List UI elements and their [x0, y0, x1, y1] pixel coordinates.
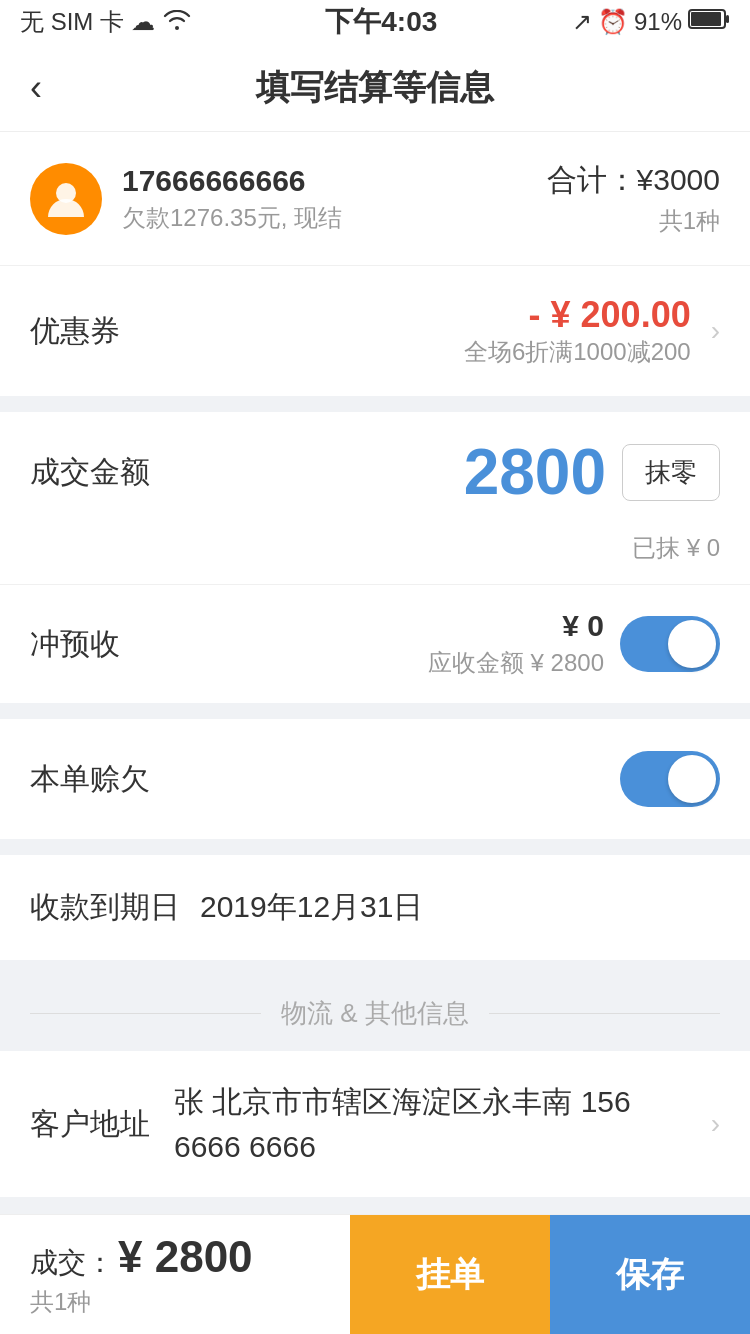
prepay-amount-block: ¥ 0 应收金额 ¥ 2800 [428, 609, 604, 679]
deal-right: 2800 抹零 [464, 440, 720, 504]
alarm-icon: ⏰ [598, 8, 628, 36]
user-count: 共1种 [547, 205, 720, 237]
address-chevron-icon: › [711, 1108, 720, 1140]
coupon-row[interactable]: 优惠券 - ¥ 200.00 全场6折满1000减200 › [0, 265, 750, 396]
coupon-value: - ¥ 200.00 [464, 294, 691, 336]
deal-section: 成交金额 2800 抹零 已抹 ¥ 0 冲预收 ¥ 0 应收金额 ¥ 2800 [0, 412, 750, 703]
prepay-subtext: 应收金额 ¥ 2800 [428, 647, 604, 679]
back-button[interactable]: ‹ [30, 67, 42, 109]
svg-rect-2 [726, 15, 729, 23]
logistics-line-left [30, 1013, 261, 1014]
user-info-card: 17666666666 欠款1276.35元, 现结 合计：¥3000 共1种 … [0, 132, 750, 396]
duedate-row: 收款到期日 2019年12月31日 [0, 855, 750, 960]
status-time: 下午4:03 [325, 3, 437, 41]
avatar [30, 163, 102, 235]
duedate-section: 收款到期日 2019年12月31日 [0, 855, 750, 960]
deal-amount: 2800 [464, 440, 606, 504]
page-title: 填写结算等信息 [256, 65, 494, 111]
bottom-amount: ¥ 2800 [118, 1232, 253, 1282]
prepay-right: ¥ 0 应收金额 ¥ 2800 [428, 609, 720, 679]
deal-row: 成交金额 2800 抹零 [0, 412, 750, 532]
page-header: ‹ 填写结算等信息 [0, 44, 750, 132]
debt-label: 本单赊欠 [30, 759, 150, 800]
status-right: ↗ ⏰ 91% [572, 8, 730, 36]
logistics-line-right [489, 1013, 720, 1014]
user-row: 17666666666 欠款1276.35元, 现结 合计：¥3000 共1种 [0, 132, 750, 265]
svg-rect-1 [691, 12, 721, 26]
duedate-value: 2019年12月31日 [200, 887, 423, 928]
prepay-toggle[interactable] [620, 616, 720, 672]
bottom-bar: 成交： ¥ 2800 共1种 挂单 保存 [0, 1214, 750, 1334]
coupon-label: 优惠券 [30, 311, 120, 352]
duedate-label: 收款到期日 [30, 887, 180, 928]
toggle-knob [668, 620, 716, 668]
bottom-summary: 成交： ¥ 2800 共1种 [0, 1232, 350, 1318]
logistics-divider-container: 物流 & 其他信息 [0, 976, 750, 1051]
status-left: 无 SIM 卡 ☁ [20, 6, 191, 38]
debt-section: 本单赊欠 [0, 719, 750, 839]
debt-toggle-knob [668, 755, 716, 803]
prepay-amount: ¥ 0 [428, 609, 604, 643]
user-left: 17666666666 欠款1276.35元, 现结 [30, 163, 342, 235]
logistics-text: 物流 & 其他信息 [261, 996, 489, 1031]
deal-subtext: 已抹 ¥ 0 [0, 532, 750, 584]
bottom-count: 共1种 [30, 1286, 320, 1318]
prepay-row: 冲预收 ¥ 0 应收金额 ¥ 2800 [0, 584, 750, 703]
battery-icon [688, 8, 730, 36]
logistics-divider: 物流 & 其他信息 [30, 996, 720, 1031]
bottom-deal-label: 成交： [30, 1244, 114, 1282]
user-right: 合计：¥3000 共1种 [547, 160, 720, 237]
prepay-label: 冲预收 [30, 624, 120, 665]
battery-percent: 91% [634, 8, 682, 36]
address-section[interactable]: 客户地址 张 北京市市辖区海淀区永丰南 156 6666 6666 › [0, 1051, 750, 1197]
user-info: 17666666666 欠款1276.35元, 现结 [122, 164, 342, 234]
address-row[interactable]: 客户地址 张 北京市市辖区海淀区永丰南 156 6666 6666 › [0, 1051, 750, 1197]
status-bar: 无 SIM 卡 ☁ 下午4:03 ↗ ⏰ 91% [0, 0, 750, 44]
save-button[interactable]: 保存 [550, 1215, 750, 1335]
coupon-right: - ¥ 200.00 全场6折满1000减200 › [464, 294, 720, 368]
debt-toggle[interactable] [620, 751, 720, 807]
coupon-desc: 全场6折满1000减200 [464, 336, 691, 368]
location-icon: ↗ [572, 8, 592, 36]
wifi-icon [163, 8, 191, 36]
hang-button[interactable]: 挂单 [350, 1215, 550, 1335]
user-total: 合计：¥3000 [547, 160, 720, 201]
debt-row: 本单赊欠 [0, 719, 750, 839]
sim-label: 无 SIM 卡 ☁ [20, 6, 155, 38]
deal-label: 成交金额 [30, 452, 150, 493]
user-subtext: 欠款1276.35元, 现结 [122, 202, 342, 234]
round-button[interactable]: 抹零 [622, 444, 720, 501]
address-label: 客户地址 [30, 1104, 150, 1145]
address-value: 张 北京市市辖区海淀区永丰南 156 6666 6666 [174, 1079, 703, 1169]
user-phone: 17666666666 [122, 164, 342, 198]
coupon-chevron-icon: › [711, 315, 720, 347]
